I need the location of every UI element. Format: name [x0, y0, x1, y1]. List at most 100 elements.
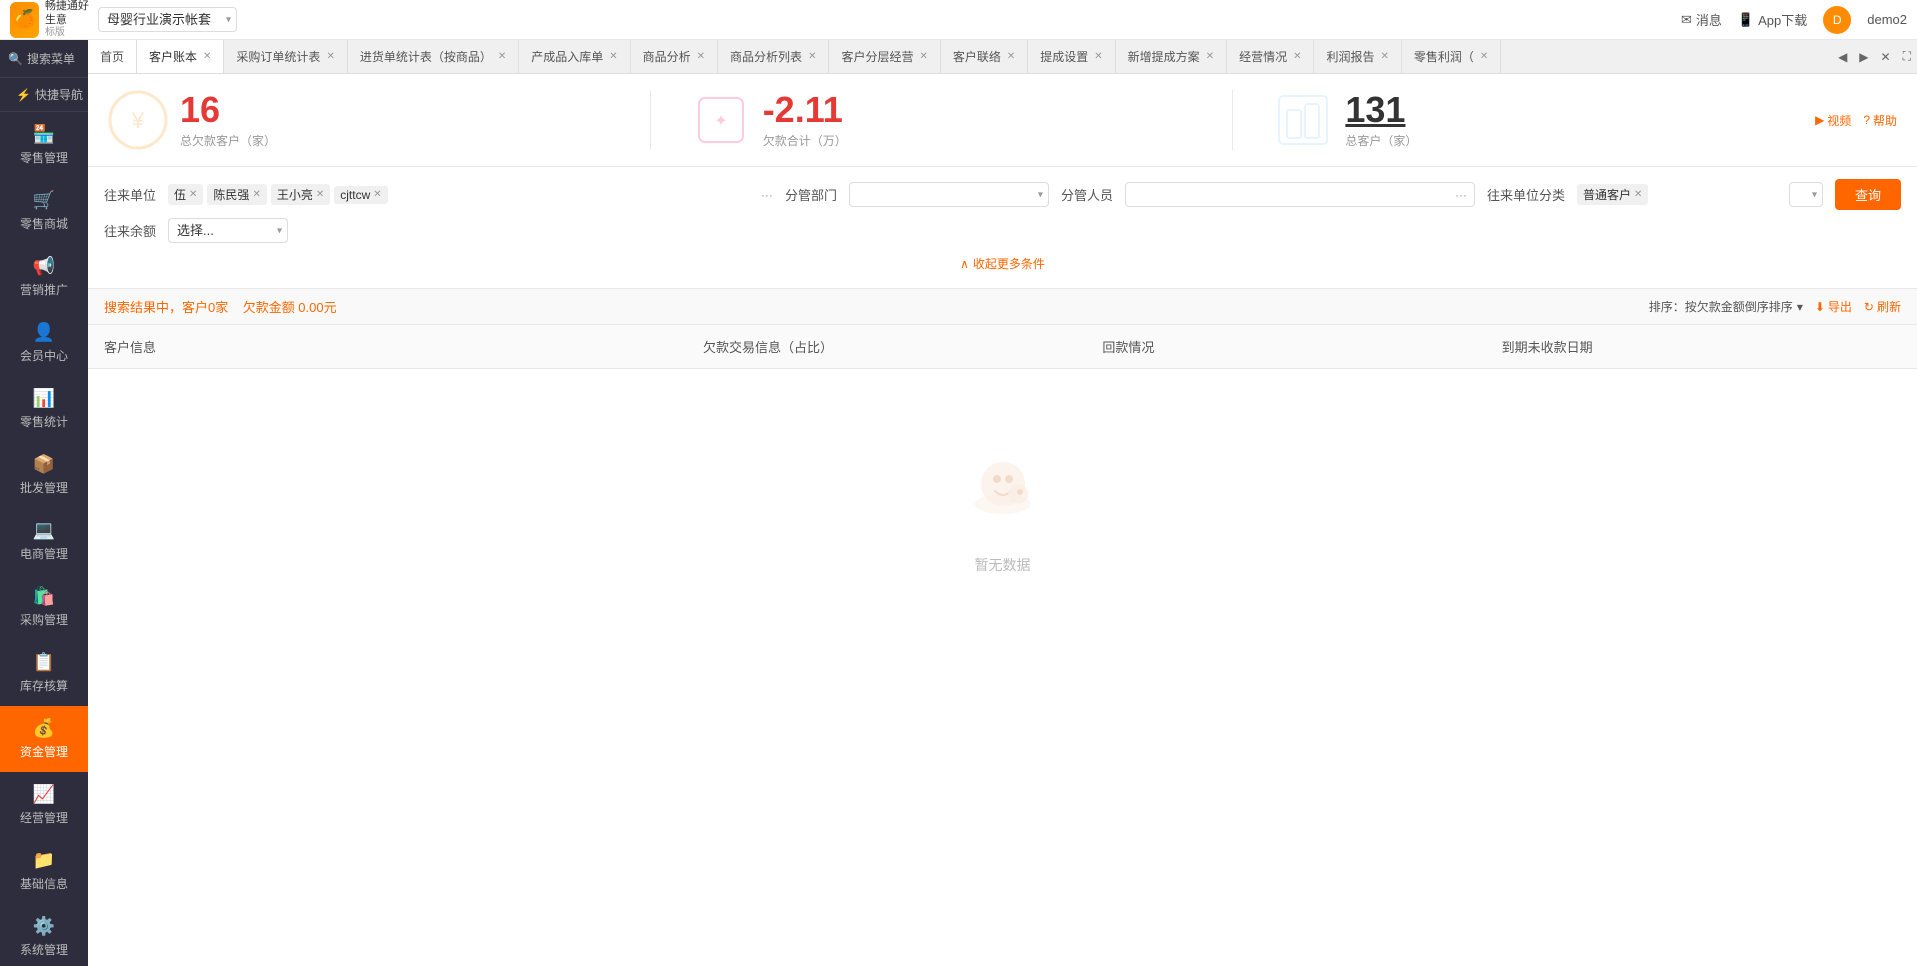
tab-close-profit-report[interactable]: ✕: [1381, 51, 1389, 62]
tab-label-customer-contact: 客户联络: [953, 48, 1001, 65]
sidebar-item-label-retail-manage: 零售管理: [20, 149, 68, 166]
video-help-btn[interactable]: ▶ 视频: [1815, 112, 1851, 129]
message-btn[interactable]: ✉ 消息: [1681, 10, 1722, 29]
tab-close-goods-analysis-list[interactable]: ✕: [808, 51, 816, 62]
tab-close-customer-accounts[interactable]: ✕: [203, 51, 211, 62]
tab-new-promotion[interactable]: 新增提成方案 ✕: [1116, 40, 1227, 73]
tab-goods-analysis-list[interactable]: 商品分析列表✕: [718, 40, 829, 73]
refresh-btn[interactable]: ↻ 刷新: [1864, 298, 1901, 315]
table-col-2: 回款情况: [1102, 337, 1501, 356]
tab-label-new-promotion: 新增提成方案: [1128, 48, 1200, 65]
tab-promotion-settings[interactable]: 提成设置 ✕: [1028, 40, 1115, 73]
balance-select[interactable]: 选择...: [168, 218, 288, 243]
unit-class-tags: 普通客户✕: [1577, 184, 1777, 205]
sidebar-item-operation[interactable]: 📈经营管理: [0, 772, 88, 838]
tab-close-promotion-settings[interactable]: ✕: [1094, 51, 1102, 62]
sidebar-item-retail-stats[interactable]: 📊零售统计: [0, 376, 88, 442]
query-button[interactable]: 查询: [1835, 179, 1901, 210]
unit-class-select[interactable]: [1789, 182, 1823, 207]
unit-class-select-wrapper[interactable]: [1789, 182, 1823, 207]
app-download-btn[interactable]: 📱 App下载: [1738, 10, 1807, 29]
sidebar-item-member-center[interactable]: 👤会员中心: [0, 310, 88, 376]
tab-close-goods-analysis[interactable]: ✕: [697, 51, 705, 62]
tab-retail-profit[interactable]: 零售利润（✕: [1402, 40, 1501, 73]
logo: 🍊 畅捷通好生意 标版: [10, 0, 98, 38]
tab-label-promotion-settings: 提成设置: [1040, 48, 1088, 65]
table-col-1: 欠款交易信息（占比）: [703, 337, 1102, 356]
sidebar-search[interactable]: 🔍 搜索菜单: [0, 40, 88, 78]
app-download-label: App下载: [1758, 10, 1807, 29]
sidebar-item-system[interactable]: ⚙️系统管理: [0, 904, 88, 966]
filter-tag-remove-tag-3[interactable]: ✕: [316, 189, 324, 200]
tab-close-new-promotion[interactable]: ✕: [1206, 51, 1214, 62]
sidebar-item-ecommerce[interactable]: 💻电商管理: [0, 508, 88, 574]
tab-label-customer-accounts: 客户账本: [149, 48, 197, 65]
stat-label-1: 总欠款客户（家）: [180, 132, 276, 149]
balance-select-wrapper[interactable]: 选择...: [168, 218, 288, 243]
tab-close-all-btn[interactable]: ✕: [1875, 42, 1897, 72]
sidebar-item-inventory[interactable]: 📋库存核算: [0, 640, 88, 706]
results-bar: 搜索结果中，客户0家 欠款金额 0.00元 排序：按欠款金额倒序排序 ▾ ⬇ 导…: [88, 289, 1917, 325]
tab-close-cost-inbound[interactable]: ✕: [609, 51, 617, 62]
tab-close-incoming-stats[interactable]: ✕: [498, 51, 506, 62]
collapse-btn[interactable]: ∧ 收起更多条件: [960, 255, 1045, 272]
tab-profit-report[interactable]: 利润报告✕: [1314, 40, 1401, 73]
person-input-icon[interactable]: ···: [1455, 188, 1467, 202]
sidebar-item-retail-manage[interactable]: 🏪零售管理: [0, 112, 88, 178]
marketing-icon: 📢: [33, 256, 55, 277]
tab-close-customer-tier[interactable]: ✕: [919, 51, 927, 62]
stat-number-1: 16: [180, 92, 276, 128]
export-btn[interactable]: ⬇ 导出: [1815, 298, 1852, 315]
tab-customer-contact[interactable]: 客户联络 ✕: [941, 40, 1028, 73]
filter-more-btn[interactable]: ···: [761, 188, 773, 202]
sort-label: 排序：按欠款金额倒序排序: [1649, 298, 1793, 315]
tab-label-incoming-stats: 进货单统计表（按商品）: [360, 48, 492, 65]
tab-goods-analysis[interactable]: 商品分析✕: [631, 40, 718, 73]
sidebar-item-finance[interactable]: 💰资金管理: [0, 706, 88, 772]
tab-operation-status[interactable]: 经营情况✕: [1227, 40, 1314, 73]
dept-select[interactable]: [849, 182, 1049, 207]
sort-selector[interactable]: 排序：按欠款金额倒序排序 ▾: [1649, 298, 1803, 315]
unit-class-tag-remove-class-1[interactable]: ✕: [1634, 189, 1642, 200]
user-avatar[interactable]: D: [1823, 6, 1851, 34]
filter-row-1: 往来单位 伍✕陈民强✕王小亮✕cjttcw✕ ··· 分管部门 分管人员 ···: [104, 179, 1901, 210]
tab-customer-accounts[interactable]: 客户账本 ✕: [137, 40, 224, 73]
tab-close-retail-profit[interactable]: ✕: [1480, 51, 1488, 62]
content-area: ¥ 16 总欠款客户（家） ✦: [88, 74, 1917, 966]
dept-select-wrapper[interactable]: [849, 182, 1049, 207]
results-actions: 排序：按欠款金额倒序排序 ▾ ⬇ 导出 ↻ 刷新: [1649, 298, 1901, 315]
sidebar-item-wholesale[interactable]: 📦批发管理: [0, 442, 88, 508]
tab-close-purchase-order-stats[interactable]: ✕: [326, 51, 334, 62]
tab-incoming-stats[interactable]: 进货单统计表（按商品） ✕: [348, 40, 519, 73]
tab-label-customer-tier: 客户分层经营: [841, 48, 913, 65]
tab-customer-tier[interactable]: 客户分层经营 ✕: [829, 40, 940, 73]
tab-home[interactable]: 首页: [88, 40, 137, 73]
tab-fullscreen-btn[interactable]: ⛶: [1897, 41, 1917, 72]
filter-tag-remove-tag-2[interactable]: ✕: [252, 189, 260, 200]
tab-prev-btn[interactable]: ◀: [1832, 42, 1853, 72]
filter-tag-remove-tag-4[interactable]: ✕: [373, 189, 381, 200]
video-label: 视频: [1827, 112, 1851, 129]
sidebar-item-marketing[interactable]: 📢 营销推广: [0, 244, 88, 310]
stat-label-2: 欠款合计（万）: [763, 132, 847, 149]
tab-cost-inbound[interactable]: 产成品入库单✕: [519, 40, 630, 73]
stat-info-3: 131 总客户（家）: [1345, 92, 1417, 149]
doc-help-btn[interactable]: ? 帮助: [1863, 112, 1897, 129]
person-input[interactable]: [1125, 182, 1475, 207]
workspace-select[interactable]: 母婴行业演示帐套: [98, 7, 237, 32]
tab-next-btn[interactable]: ▶: [1853, 42, 1874, 72]
top-bar-right: ✉ 消息 📱 App下载 D demo2: [1681, 6, 1907, 34]
tab-close-operation-status[interactable]: ✕: [1293, 51, 1301, 62]
tab-purchase-order-stats[interactable]: 采购订单统计表✕: [224, 40, 347, 73]
sidebar-item-basic-info[interactable]: 📁基础信息: [0, 838, 88, 904]
right-panel: 首页客户账本✕采购订单统计表✕进货单统计表（按商品）✕产成品入库单✕商品分析✕商…: [88, 40, 1917, 966]
sidebar-item-purchase[interactable]: 🛍️采购管理: [0, 574, 88, 640]
sidebar-item-label-marketing: 营销推广: [20, 281, 68, 298]
sidebar-quick-nav[interactable]: ⚡ 快捷导航: [0, 78, 88, 112]
filter-tag-remove-tag-1[interactable]: ✕: [189, 189, 197, 200]
sidebar-item-retail-shop[interactable]: 🛒零售商城: [0, 178, 88, 244]
tab-close-customer-contact[interactable]: ✕: [1007, 51, 1015, 62]
sidebar-item-label-operation: 经营管理: [20, 809, 68, 826]
svg-text:✦: ✦: [714, 113, 727, 130]
workspace-selector[interactable]: 母婴行业演示帐套: [98, 7, 237, 32]
